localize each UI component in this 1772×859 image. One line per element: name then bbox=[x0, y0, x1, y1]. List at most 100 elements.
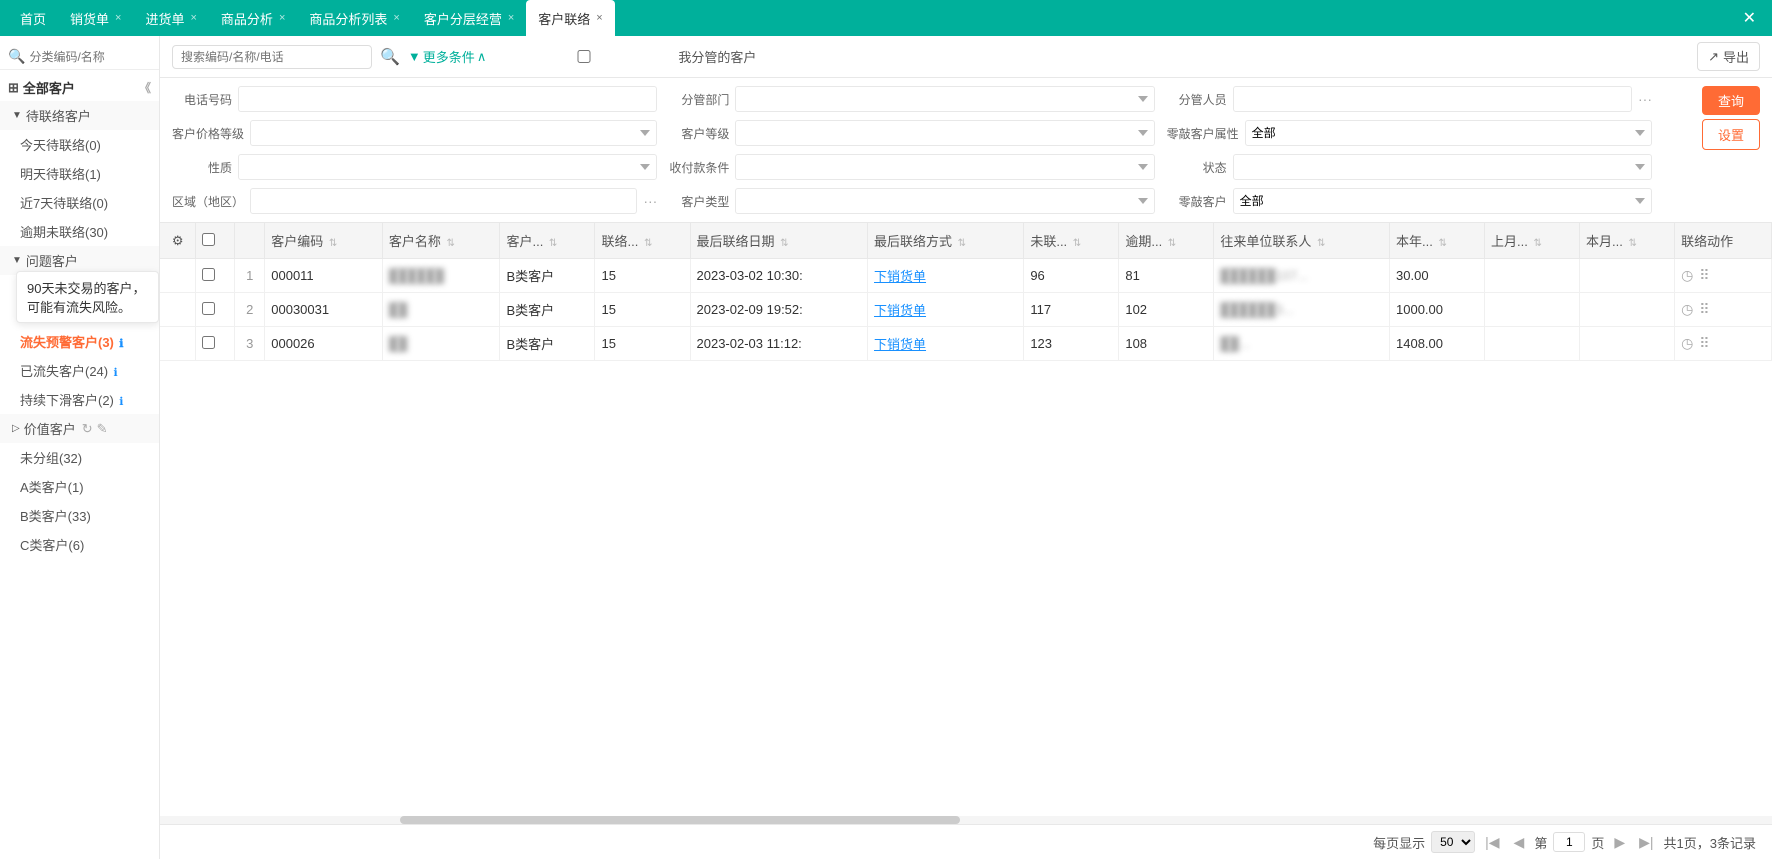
row-last-month bbox=[1485, 293, 1580, 327]
price-level-select[interactable] bbox=[250, 120, 657, 146]
refresh-icon[interactable]: ↻ bbox=[82, 421, 93, 437]
sidebar-tooltip: 90天未交易的客户，可能有流失风险。 bbox=[16, 271, 159, 323]
col-code[interactable]: 客户编码 ⇅ bbox=[265, 223, 383, 259]
more-action-icon[interactable]: ⠿ bbox=[1699, 301, 1709, 318]
row-checkbox[interactable] bbox=[196, 259, 235, 293]
more-action-icon[interactable]: ⠿ bbox=[1699, 267, 1709, 284]
tab-analysis-list-close[interactable]: × bbox=[393, 12, 399, 24]
payment-select[interactable] bbox=[735, 154, 1154, 180]
col-this-month[interactable]: 本月... ⇅ bbox=[1580, 223, 1675, 259]
tab-customer-layer-close[interactable]: × bbox=[508, 12, 514, 24]
col-not-contacted[interactable]: 未联... ⇅ bbox=[1024, 223, 1119, 259]
sidebar-item-unclassified[interactable]: 未分组(32) bbox=[0, 443, 159, 472]
search-input[interactable] bbox=[172, 45, 372, 69]
last-page-btn[interactable]: ▶| bbox=[1635, 834, 1657, 851]
customer-type-select[interactable] bbox=[735, 188, 1154, 214]
tab-purchase-close[interactable]: × bbox=[190, 12, 196, 24]
col-checkbox bbox=[196, 223, 235, 259]
col-name[interactable]: 客户名称 ⇅ bbox=[382, 223, 500, 259]
select-all-checkbox[interactable] bbox=[202, 233, 215, 246]
sidebar-item-declining[interactable]: 持续下滑客户(2) ℹ bbox=[0, 385, 159, 414]
col-this-year[interactable]: 本年... ⇅ bbox=[1390, 223, 1485, 259]
tab-sales-close[interactable]: × bbox=[115, 12, 121, 24]
row-code: 000011 bbox=[265, 259, 383, 293]
query-button[interactable]: 查询 bbox=[1702, 86, 1760, 115]
more-action-icon[interactable]: ⠿ bbox=[1699, 335, 1709, 352]
phone-input[interactable] bbox=[238, 86, 657, 112]
col-overdue[interactable]: 逾期... ⇅ bbox=[1119, 223, 1214, 259]
page-input[interactable] bbox=[1553, 832, 1585, 852]
sidebar-item-churn-warning[interactable]: 流失预警客户(3) ℹ bbox=[0, 327, 159, 356]
row-index: 3 bbox=[235, 327, 265, 361]
export-button[interactable]: ↗ 导出 bbox=[1697, 42, 1760, 71]
tab-customer-contact-close[interactable]: × bbox=[596, 12, 602, 24]
row-last-method[interactable]: 下销货单 bbox=[868, 259, 1024, 293]
table-scrollbar[interactable] bbox=[160, 816, 1772, 824]
price-level-label: 客户价格等级 bbox=[172, 125, 244, 142]
window-close-btn[interactable]: ✕ bbox=[1735, 8, 1764, 28]
tab-sales-label: 销货单 bbox=[70, 9, 109, 28]
filter-nature: 性质 bbox=[172, 154, 657, 180]
prev-page-btn[interactable]: ◀ bbox=[1510, 834, 1529, 851]
region-input[interactable] bbox=[250, 188, 637, 214]
row-last-method[interactable]: 下销货单 bbox=[868, 327, 1024, 361]
sidebar-item-class-b[interactable]: B类客户(33) bbox=[0, 501, 159, 530]
manager-input[interactable] bbox=[1233, 86, 1632, 112]
tab-customer-layer-label: 客户分层经营 bbox=[424, 9, 502, 28]
settings-button[interactable]: 设置 bbox=[1702, 119, 1760, 150]
col-last-date[interactable]: 最后联络日期 ⇅ bbox=[690, 223, 868, 259]
my-customers-checkbox-label[interactable]: 我分管的客户 bbox=[494, 47, 756, 66]
sidebar-collapse-btn[interactable]: 《 bbox=[139, 79, 151, 96]
tab-home[interactable]: 首页 bbox=[8, 0, 58, 36]
nature-select[interactable] bbox=[238, 154, 657, 180]
row-checkbox[interactable] bbox=[196, 327, 235, 361]
tab-purchase[interactable]: 进货单 × bbox=[133, 0, 208, 36]
col-contact[interactable]: 联络... ⇅ bbox=[595, 223, 690, 259]
edit-icon[interactable]: ✎ bbox=[97, 421, 108, 437]
scrollbar-thumb[interactable] bbox=[400, 816, 960, 824]
zero-customer-select[interactable]: 全部 bbox=[1233, 188, 1652, 214]
sidebar-item-today[interactable]: 今天待联络(0) bbox=[0, 130, 159, 159]
table-row: 2 00030031 ██ B类客户 15 2023-02-09 19:52: … bbox=[160, 293, 1772, 327]
sidebar-item-class-c[interactable]: C类客户(6) bbox=[0, 530, 159, 559]
more-conditions-button[interactable]: ▼ 更多条件 ∧ bbox=[408, 47, 486, 66]
customer-level-select[interactable] bbox=[735, 120, 1154, 146]
tab-sales[interactable]: 销货单 × bbox=[58, 0, 133, 36]
tab-analysis-close[interactable]: × bbox=[279, 12, 285, 24]
sidebar-item-tomorrow[interactable]: 明天待联络(1) bbox=[0, 159, 159, 188]
col-type[interactable]: 客户... ⇅ bbox=[500, 223, 595, 259]
col-last-month[interactable]: 上月... ⇅ bbox=[1485, 223, 1580, 259]
dept-select[interactable] bbox=[735, 86, 1154, 112]
status-select[interactable] bbox=[1233, 154, 1652, 180]
per-page-select[interactable]: 50 bbox=[1431, 831, 1475, 853]
sidebar-item-week[interactable]: 近7天待联络(0) bbox=[0, 188, 159, 217]
tab-customer-contact[interactable]: 客户联络 × bbox=[526, 0, 614, 36]
search-button[interactable]: 🔍 bbox=[380, 47, 400, 67]
manager-dots[interactable]: ··· bbox=[1638, 91, 1652, 107]
col-settings[interactable]: ⚙ bbox=[160, 223, 196, 259]
contact-action-icon[interactable]: ◷ bbox=[1681, 267, 1693, 284]
tab-analysis[interactable]: 商品分析 × bbox=[209, 0, 297, 36]
sidebar-group-value[interactable]: ▷ 价值客户 ↻ ✎ bbox=[0, 414, 159, 443]
sidebar-search-input[interactable] bbox=[29, 50, 151, 64]
row-checkbox[interactable] bbox=[196, 293, 235, 327]
row-not-contacted: 96 bbox=[1024, 259, 1119, 293]
col-unit-contacts[interactable]: 往来单位联系人 ⇅ bbox=[1214, 223, 1390, 259]
contact-action-icon[interactable]: ◷ bbox=[1681, 301, 1693, 318]
sidebar-item-class-a[interactable]: A类客户(1) bbox=[0, 472, 159, 501]
all-customers-header[interactable]: ⊞ 全部客户 《 bbox=[0, 74, 159, 101]
col-last-method[interactable]: 最后联络方式 ⇅ bbox=[868, 223, 1024, 259]
sidebar-group-pending[interactable]: ▼ 待联络客户 bbox=[0, 101, 159, 130]
zero-attr-select[interactable]: 全部 bbox=[1245, 120, 1652, 146]
region-dots[interactable]: ··· bbox=[643, 193, 657, 209]
row-last-method[interactable]: 下销货单 bbox=[868, 293, 1024, 327]
first-page-btn[interactable]: |◀ bbox=[1481, 834, 1503, 851]
sidebar-item-overdue[interactable]: 逾期未联络(30) bbox=[0, 217, 159, 246]
contact-action-icon[interactable]: ◷ bbox=[1681, 335, 1693, 352]
tab-customer-layer[interactable]: 客户分层经营 × bbox=[412, 0, 526, 36]
tab-analysis-list[interactable]: 商品分析列表 × bbox=[297, 0, 411, 36]
my-customers-checkbox[interactable] bbox=[494, 50, 674, 63]
sidebar-item-churned[interactable]: 已流失客户(24) ℹ bbox=[0, 356, 159, 385]
next-page-btn[interactable]: ▶ bbox=[1610, 834, 1629, 851]
nature-label: 性质 bbox=[172, 159, 232, 176]
